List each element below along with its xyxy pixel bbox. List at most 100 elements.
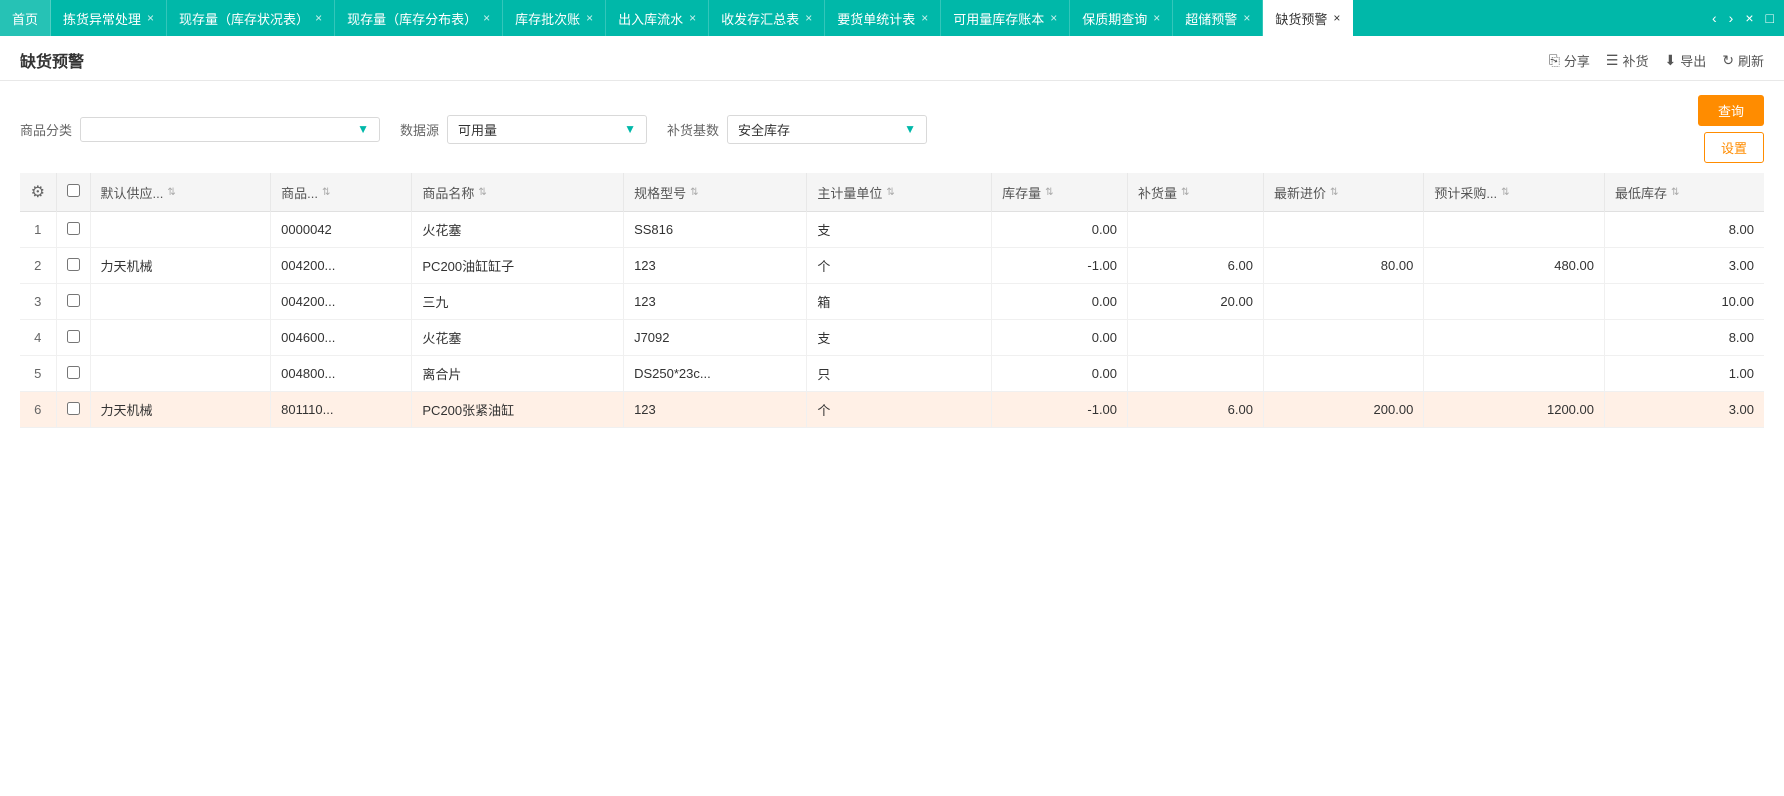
refresh-icon: ↻ (1722, 52, 1734, 69)
tab-close-requisition-stats[interactable]: × (921, 11, 928, 25)
row-name-6: PC200张紧油缸 (412, 392, 624, 428)
sort-icon-latest-price: ⇅ (1330, 187, 1338, 198)
tab-current-stock-status[interactable]: 现存量（库存状况表） × (167, 0, 335, 36)
row-latest-price-6: 200.00 (1263, 392, 1423, 428)
replenish-base-select[interactable]: 安全库存 ▼ (727, 115, 927, 144)
row-checkbox-cell-5 (56, 356, 90, 392)
tab-current-stock-dist[interactable]: 现存量（库存分布表） × (335, 0, 503, 36)
tab-receipts-summary[interactable]: 收发存汇总表 × (709, 0, 825, 36)
tab-close-current-stock-status[interactable]: × (315, 11, 322, 25)
replenish-button[interactable]: ☰ 补货 (1606, 51, 1649, 70)
row-replenish-5 (1128, 356, 1264, 392)
filter-right-btns: 查询 设置 (1698, 95, 1764, 163)
row-min-stock-4: 8.00 (1604, 320, 1764, 356)
category-select-arrow: ▼ (357, 122, 369, 136)
row-spec-3: 123 (624, 284, 807, 320)
tab-next-btn[interactable]: › (1723, 8, 1740, 28)
sort-code[interactable]: 商品... ⇅ (281, 183, 401, 202)
replenish-base-label: 补货基数 (667, 120, 719, 139)
row-stock-3: 0.00 (992, 284, 1128, 320)
sort-latest-price[interactable]: 最新进价 ⇅ (1274, 183, 1413, 202)
settings-button[interactable]: 设置 (1704, 132, 1764, 163)
tab-requisition-stats[interactable]: 要货单统计表 × (825, 0, 941, 36)
row-code-2: 004200... (271, 248, 412, 284)
row-replenish-1 (1128, 212, 1264, 248)
tab-overstock-warning[interactable]: 超储预警 × (1173, 0, 1263, 36)
row-index-1: 1 (20, 212, 56, 248)
row-name-2: PC200油缸缸子 (412, 248, 624, 284)
th-gear: ⚙ (20, 173, 56, 212)
tab-close-inout-flow[interactable]: × (689, 11, 696, 25)
sort-min-stock[interactable]: 最低库存 ⇅ (1615, 183, 1754, 202)
export-button[interactable]: ⬇ 导出 (1665, 51, 1707, 70)
datasource-select[interactable]: 可用量 ▼ (447, 115, 647, 144)
tab-shelf-life[interactable]: 保质期查询 × (1070, 0, 1173, 36)
query-button[interactable]: 查询 (1698, 95, 1764, 126)
row-stock-4: 0.00 (992, 320, 1128, 356)
sort-supplier[interactable]: 默认供应... ⇅ (101, 183, 261, 202)
row-checkbox-5[interactable] (67, 366, 80, 379)
tab-prev-btn[interactable]: ‹ (1706, 8, 1723, 28)
th-latest-price: 最新进价 ⇅ (1263, 173, 1423, 212)
row-supplier-6: 力天机械 (90, 392, 271, 428)
tab-inout-flow[interactable]: 出入库流水 × (606, 0, 709, 36)
th-min-stock: 最低库存 ⇅ (1604, 173, 1764, 212)
sort-stock[interactable]: 库存量 ⇅ (1002, 183, 1117, 202)
datasource-select-arrow: ▼ (624, 122, 636, 136)
row-index-2: 2 (20, 248, 56, 284)
tab-close-receipts-summary[interactable]: × (805, 11, 812, 25)
row-spec-6: 123 (624, 392, 807, 428)
tab-shortage-warning[interactable]: 缺货预警 × (1263, 0, 1353, 36)
tab-close-overstock-warning[interactable]: × (1243, 11, 1250, 25)
row-spec-2: 123 (624, 248, 807, 284)
row-stock-2: -1.00 (992, 248, 1128, 284)
sort-est-purchase[interactable]: 预计采购... ⇅ (1434, 183, 1594, 202)
sort-icon-supplier: ⇅ (167, 187, 175, 198)
tab-picking-exception[interactable]: 拣货异常处理 × (51, 0, 167, 36)
select-all-checkbox[interactable] (67, 184, 80, 197)
row-index-5: 5 (20, 356, 56, 392)
filter-group-datasource: 数据源 可用量 ▼ (400, 115, 647, 144)
refresh-button[interactable]: ↻ 刷新 (1722, 51, 1764, 70)
row-supplier-5 (90, 356, 271, 392)
row-supplier-4 (90, 320, 271, 356)
tab-close-all-btn[interactable]: × (1739, 8, 1759, 28)
row-checkbox-6[interactable] (67, 402, 80, 415)
table-row: 3 004200... 三九 123 箱 0.00 20.00 10.00 (20, 284, 1764, 320)
tab-close-shelf-life[interactable]: × (1153, 11, 1160, 25)
row-spec-1: SS816 (624, 212, 807, 248)
tab-home[interactable]: 首页 (0, 0, 51, 36)
replenish-base-value: 安全库存 (738, 120, 790, 139)
column-settings-icon[interactable]: ⚙ (31, 182, 45, 202)
row-stock-6: -1.00 (992, 392, 1128, 428)
table-row: 5 004800... 离合片 DS250*23c... 只 0.00 1.00 (20, 356, 1764, 392)
row-checkbox-1[interactable] (67, 222, 80, 235)
tab-maximize-btn[interactable]: □ (1760, 8, 1780, 28)
sort-replenish[interactable]: 补货量 ⇅ (1138, 183, 1253, 202)
tab-batch-account[interactable]: 库存批次账 × (503, 0, 606, 36)
tab-close-picking-exception[interactable]: × (147, 11, 154, 25)
tab-close-available-ledger[interactable]: × (1050, 11, 1057, 25)
tab-available-ledger[interactable]: 可用量库存账本 × (941, 0, 1070, 36)
replenish-base-select-arrow: ▼ (904, 122, 916, 136)
row-replenish-3: 20.00 (1128, 284, 1264, 320)
th-code: 商品... ⇅ (271, 173, 412, 212)
tab-close-batch-account[interactable]: × (586, 11, 593, 25)
tab-close-current-stock-dist[interactable]: × (483, 11, 490, 25)
filter-bar: 商品分类 ▼ 数据源 可用量 ▼ 补货基数 安全库存 ▼ 查询 设置 (0, 81, 1784, 173)
sort-name[interactable]: 商品名称 ⇅ (422, 183, 613, 202)
share-button[interactable]: ⎘ 分享 (1549, 51, 1590, 70)
row-unit-1: 支 (807, 212, 992, 248)
tab-close-shortage-warning[interactable]: × (1333, 11, 1340, 25)
datasource-label: 数据源 (400, 120, 439, 139)
sort-icon-est-purchase: ⇅ (1501, 187, 1509, 198)
category-select[interactable]: ▼ (80, 117, 380, 142)
sort-spec[interactable]: 规格型号 ⇅ (634, 183, 796, 202)
row-checkbox-4[interactable] (67, 330, 80, 343)
table-row: 6 力天机械 801110... PC200张紧油缸 123 个 -1.00 6… (20, 392, 1764, 428)
row-checkbox-2[interactable] (67, 258, 80, 271)
sort-unit[interactable]: 主计量单位 ⇅ (817, 183, 981, 202)
th-unit: 主计量单位 ⇅ (807, 173, 992, 212)
row-checkbox-3[interactable] (67, 294, 80, 307)
table-row: 2 力天机械 004200... PC200油缸缸子 123 个 -1.00 6… (20, 248, 1764, 284)
